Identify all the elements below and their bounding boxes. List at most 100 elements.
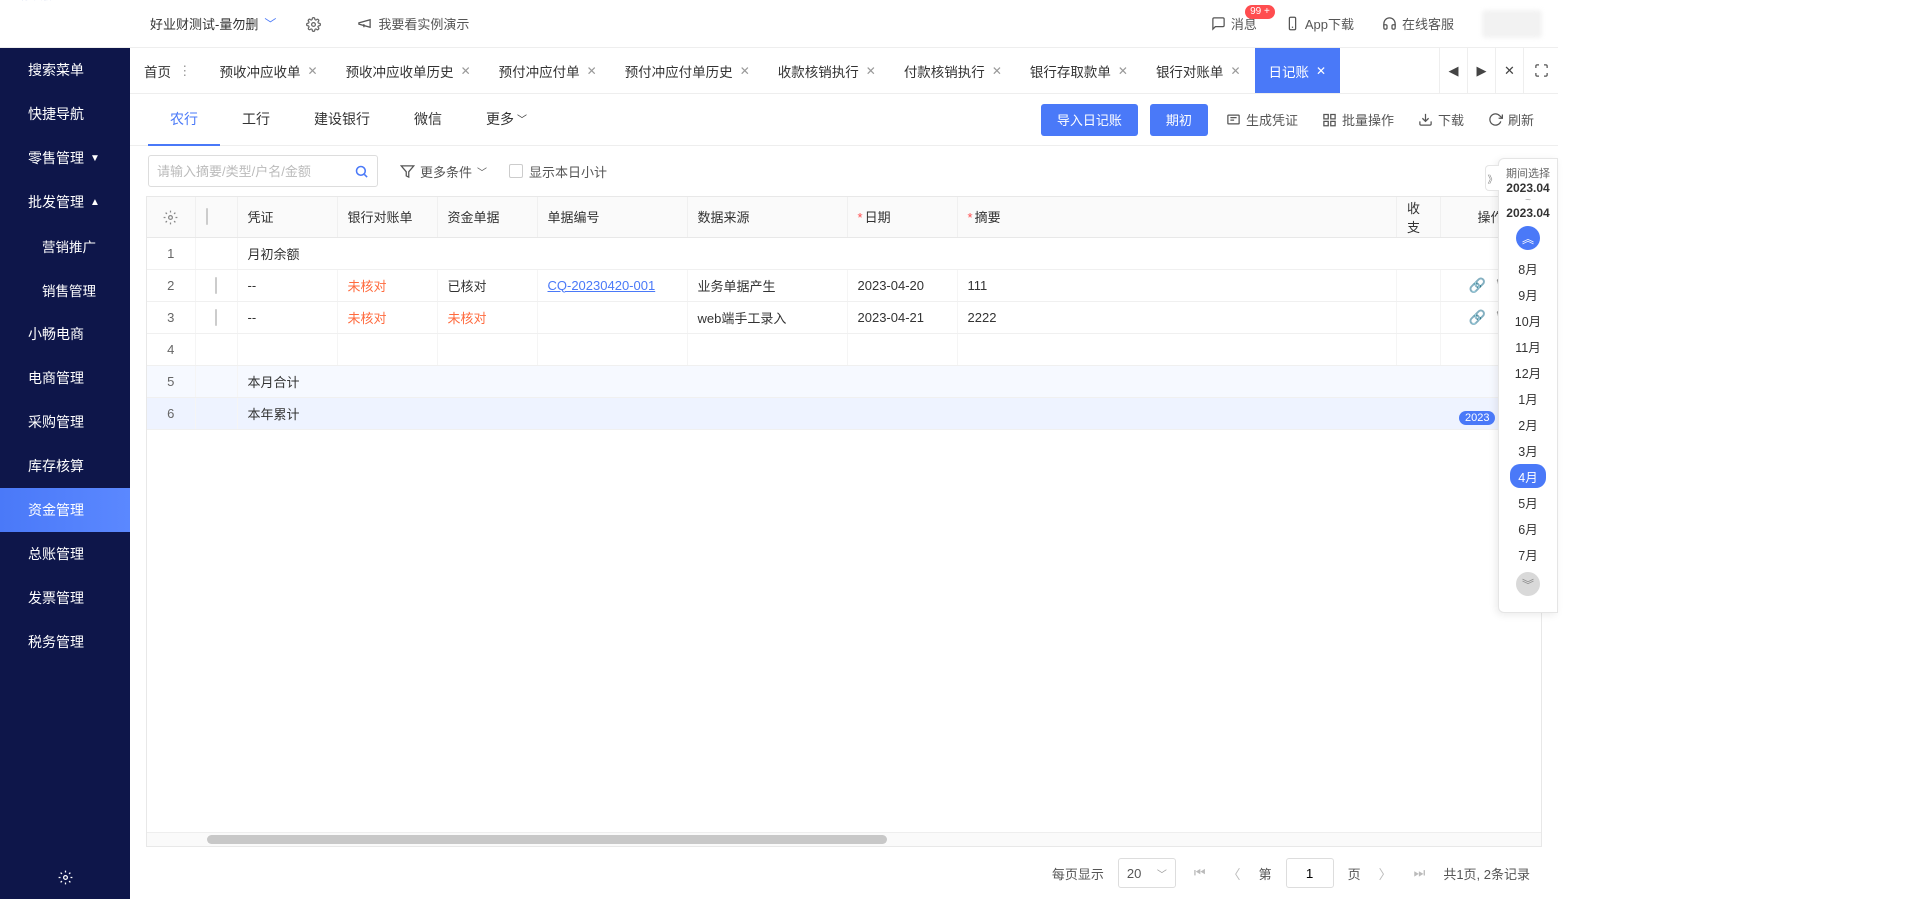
tabs-next-button[interactable]: ▶ [1468, 48, 1496, 94]
row-checkbox-cell[interactable] [195, 269, 237, 301]
panel-collapse-button[interactable]: 》 [1485, 165, 1499, 191]
show-daily-checkbox[interactable]: 显示本日小计 [509, 162, 607, 181]
page-tab[interactable]: 付款核销执行✕ [890, 48, 1016, 93]
sidebar-ec-mgmt[interactable]: 电商管理 [0, 356, 130, 400]
sidebar-funds[interactable]: 资金管理 [0, 488, 130, 532]
tabs-prev-button[interactable]: ◀ [1440, 48, 1468, 94]
select-all-header[interactable] [195, 197, 237, 237]
more-filters-button[interactable]: 更多条件 ﹀ [400, 162, 487, 181]
search-input[interactable] [157, 164, 354, 179]
demo-link[interactable]: 我要看实例演示 [357, 14, 469, 33]
sidebar-general-ledger[interactable]: 总账管理 [0, 532, 130, 576]
row-checkbox-cell[interactable] [195, 301, 237, 333]
bank-tab[interactable]: 建设银行 [292, 94, 392, 146]
table-row[interactable]: 3--未核对未核对web端手工录入2023-04-212222🔗🗑 [147, 301, 1541, 333]
search-icon[interactable] [354, 163, 369, 180]
next-page-button[interactable]: 〉 [1375, 864, 1396, 883]
month-item[interactable]: 2月 [1518, 412, 1537, 436]
close-icon[interactable]: ✕ [461, 64, 471, 78]
link-icon[interactable]: 🔗 [1469, 309, 1486, 325]
refresh-button[interactable]: 刷新 [1482, 110, 1540, 129]
close-icon[interactable]: ✕ [1316, 64, 1326, 78]
date-period-from[interactable]: 2023.04 [1506, 181, 1549, 195]
sidebar-retail[interactable]: 零售管理▼ [0, 136, 130, 180]
month-item[interactable]: 4月 [1510, 464, 1545, 488]
sidebar-wholesale[interactable]: 批发管理▲ [0, 180, 130, 224]
bank-match-status[interactable]: 未核对 [348, 279, 387, 294]
sidebar-xiaochang-ec[interactable]: 小畅电商 [0, 312, 130, 356]
page-tab[interactable]: 日记账✕ [1255, 48, 1341, 93]
page-tab[interactable]: 预收冲应收单历史✕ [332, 48, 485, 93]
bank-tab[interactable]: 工行 [220, 94, 292, 146]
month-item[interactable]: 12月 [1515, 360, 1541, 384]
month-item[interactable]: 10月 [1515, 308, 1541, 332]
month-scroll-down-button[interactable]: ︾ [1516, 572, 1540, 596]
settings-button[interactable] [306, 15, 321, 31]
month-item[interactable]: 7月 [1518, 542, 1537, 566]
scrollbar-thumb[interactable] [207, 835, 887, 844]
batch-button[interactable]: 批量操作 [1316, 110, 1400, 129]
sidebar-inventory[interactable]: 库存核算 [0, 444, 130, 488]
month-item[interactable]: 11月 [1515, 334, 1540, 358]
close-icon[interactable]: ✕ [308, 64, 318, 78]
sidebar-marketing[interactable]: 营销推广 [0, 224, 130, 268]
close-icon[interactable]: ✕ [1118, 64, 1128, 78]
page-tab[interactable]: 收款核销执行✕ [764, 48, 890, 93]
page-input[interactable] [1286, 858, 1334, 888]
month-item[interactable]: 9月 [1518, 282, 1537, 306]
month-item[interactable]: 3月 [1518, 438, 1537, 462]
fund-match-status[interactable]: 未核对 [448, 311, 487, 326]
import-button[interactable]: 导入日记账 [1041, 104, 1138, 136]
sidebar-search-menu[interactable]: 搜索菜单 [0, 48, 130, 92]
link-icon[interactable]: 🔗 [1469, 277, 1486, 293]
column-settings-header[interactable] [147, 197, 195, 237]
bank-tab-more[interactable]: 更多 ﹀ [464, 94, 549, 146]
close-icon[interactable]: ✕ [1230, 64, 1240, 78]
page-tab[interactable]: 预收冲应收单✕ [206, 48, 332, 93]
page-tab[interactable]: 预付冲应付单历史✕ [611, 48, 764, 93]
opening-button[interactable]: 期初 [1150, 104, 1208, 136]
table-row[interactable]: 2--未核对已核对CQ-20230420-001业务单据产生2023-04-20… [147, 269, 1541, 301]
page-tab[interactable]: 银行存取款单✕ [1016, 48, 1142, 93]
month-item[interactable]: 8月 [1518, 256, 1537, 280]
page-tab[interactable]: 首页⋮ [130, 48, 206, 93]
month-item[interactable]: 6月 [1518, 516, 1537, 540]
sidebar-purchase[interactable]: 采购管理 [0, 400, 130, 444]
table-row[interactable]: 5本月合计 [147, 365, 1541, 397]
horizontal-scrollbar[interactable] [147, 832, 1541, 846]
docno-link[interactable]: CQ-20230420-001 [548, 278, 656, 293]
fullscreen-button[interactable] [1524, 48, 1558, 93]
sidebar-tax[interactable]: 税务管理 [0, 620, 130, 664]
date-period-to[interactable]: 2023.04 [1506, 206, 1549, 220]
bank-match-status[interactable]: 未核对 [348, 311, 387, 326]
org-selector[interactable]: 好业财测试-量勿删 ﹀ [150, 14, 276, 33]
bank-tab[interactable]: 微信 [392, 94, 464, 146]
page-tab[interactable]: 预付冲应付单✕ [485, 48, 611, 93]
close-icon[interactable]: ✕ [587, 64, 597, 78]
month-item[interactable]: 1月 [1518, 386, 1537, 410]
close-icon[interactable]: ✕ [866, 64, 876, 78]
close-icon[interactable]: ✕ [740, 64, 750, 78]
gen-voucher-button[interactable]: 生成凭证 [1220, 110, 1304, 129]
message-button[interactable]: 消息 99 + [1211, 14, 1257, 33]
sidebar-sales[interactable]: 销售管理 [0, 268, 130, 312]
user-avatar[interactable] [1482, 10, 1542, 38]
bank-tab[interactable]: 农行 [148, 94, 220, 146]
sidebar-invoice[interactable]: 发票管理 [0, 576, 130, 620]
month-scroll-up-button[interactable]: ︽ [1516, 226, 1540, 250]
last-page-button[interactable]: ⏭ [1410, 865, 1430, 881]
month-item[interactable]: 5月 [1518, 490, 1537, 514]
sidebar-settings-button[interactable] [0, 855, 130, 899]
table-row[interactable]: 6本年累计 [147, 397, 1541, 429]
per-page-select[interactable]: 20 ﹀ [1118, 858, 1176, 888]
prev-page-button[interactable]: 〈 [1224, 864, 1245, 883]
app-download-button[interactable]: App下载 [1285, 14, 1354, 33]
page-tab[interactable]: 银行对账单✕ [1142, 48, 1255, 93]
close-icon[interactable]: ✕ [992, 64, 1002, 78]
online-service-button[interactable]: 在线客服 [1382, 14, 1454, 33]
download-button[interactable]: 下载 [1412, 110, 1470, 129]
tabs-close-button[interactable]: ✕ [1496, 48, 1524, 94]
first-page-button[interactable]: ⏮ [1190, 865, 1210, 881]
sidebar-quick-nav[interactable]: 快捷导航 [0, 92, 130, 136]
table-row[interactable]: 4 [147, 333, 1541, 365]
